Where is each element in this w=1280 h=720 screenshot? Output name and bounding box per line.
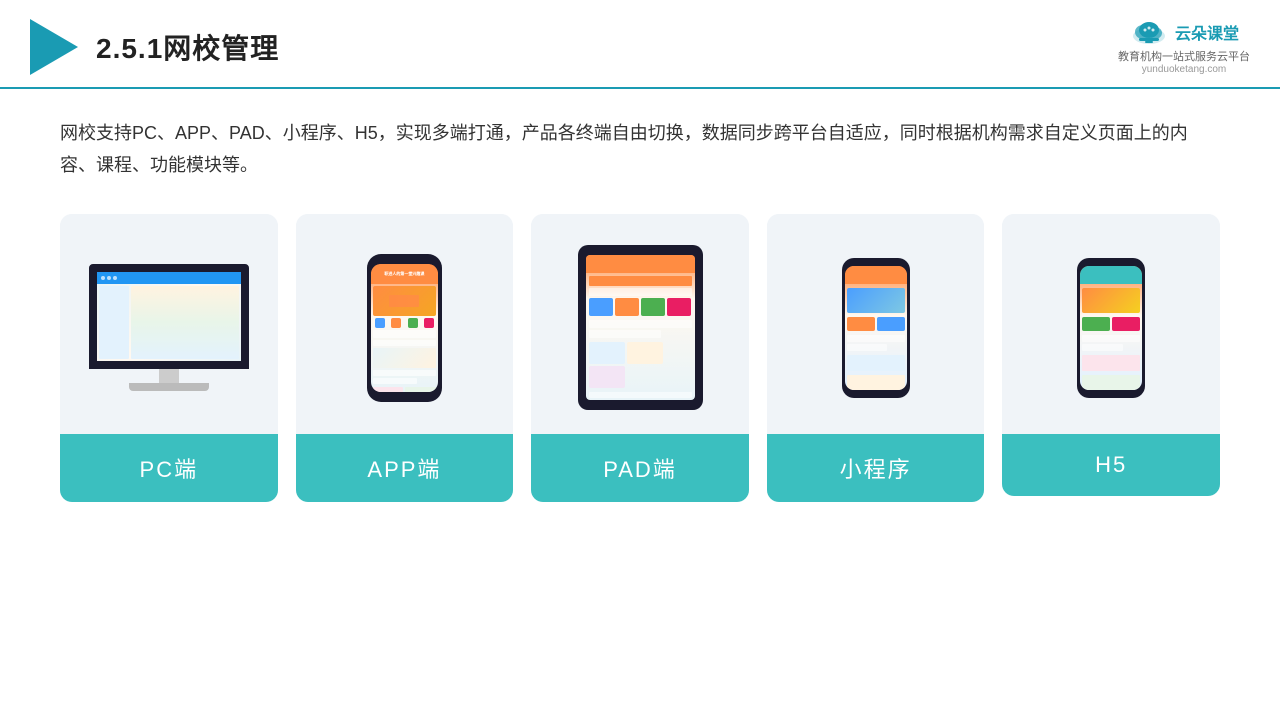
header-left: 2.5.1网校管理 xyxy=(30,19,279,75)
card-miniapp: 小程序 xyxy=(767,214,985,502)
logo-icon xyxy=(30,19,78,75)
h5-phone-icon xyxy=(1077,258,1145,398)
main-content: 网校支持PC、APP、PAD、小程序、H5，实现多端打通，产品各终端自由切换，数… xyxy=(0,89,1280,522)
brand-area: 云朵课堂 教育机构一站式服务云平台 yunduoketang.com xyxy=(1118,18,1250,75)
description-text: 网校支持PC、APP、PAD、小程序、H5，实现多端打通，产品各终端自由切换，数… xyxy=(60,117,1220,182)
card-pc: PC端 xyxy=(60,214,278,502)
cards-row: PC端 职进人的第一堂兴趣课 xyxy=(60,214,1220,502)
header: 2.5.1网校管理 云朵课堂 教育机构一站式服务云平台 yunduoketang… xyxy=(0,0,1280,89)
app-phone-icon: 职进人的第一堂兴趣课 xyxy=(367,254,442,402)
card-h5: H5 xyxy=(1002,214,1220,496)
cloud-logo-icon xyxy=(1129,18,1169,46)
card-pad-label: PAD端 xyxy=(531,434,749,502)
card-pad-image xyxy=(531,214,749,434)
card-app-image: 职进人的第一堂兴趣课 xyxy=(296,214,514,434)
brand-logo: 云朵课堂 xyxy=(1129,18,1239,46)
card-h5-image xyxy=(1002,214,1220,434)
miniapp-phone-icon xyxy=(842,258,910,398)
card-pc-image xyxy=(60,214,278,434)
card-pad: PAD端 xyxy=(531,214,749,502)
brand-name: 云朵课堂 xyxy=(1175,20,1239,44)
pc-monitor-icon xyxy=(89,264,249,391)
card-miniapp-label: 小程序 xyxy=(767,434,985,502)
brand-tagline: 教育机构一站式服务云平台 xyxy=(1118,48,1250,64)
card-app: 职进人的第一堂兴趣课 xyxy=(296,214,514,502)
page-title: 2.5.1网校管理 xyxy=(96,27,279,67)
pad-tablet-icon xyxy=(578,245,703,410)
card-app-label: APP端 xyxy=(296,434,514,502)
card-miniapp-image xyxy=(767,214,985,434)
brand-url: yunduoketang.com xyxy=(1142,64,1227,75)
card-h5-label: H5 xyxy=(1002,434,1220,496)
card-pc-label: PC端 xyxy=(60,434,278,502)
